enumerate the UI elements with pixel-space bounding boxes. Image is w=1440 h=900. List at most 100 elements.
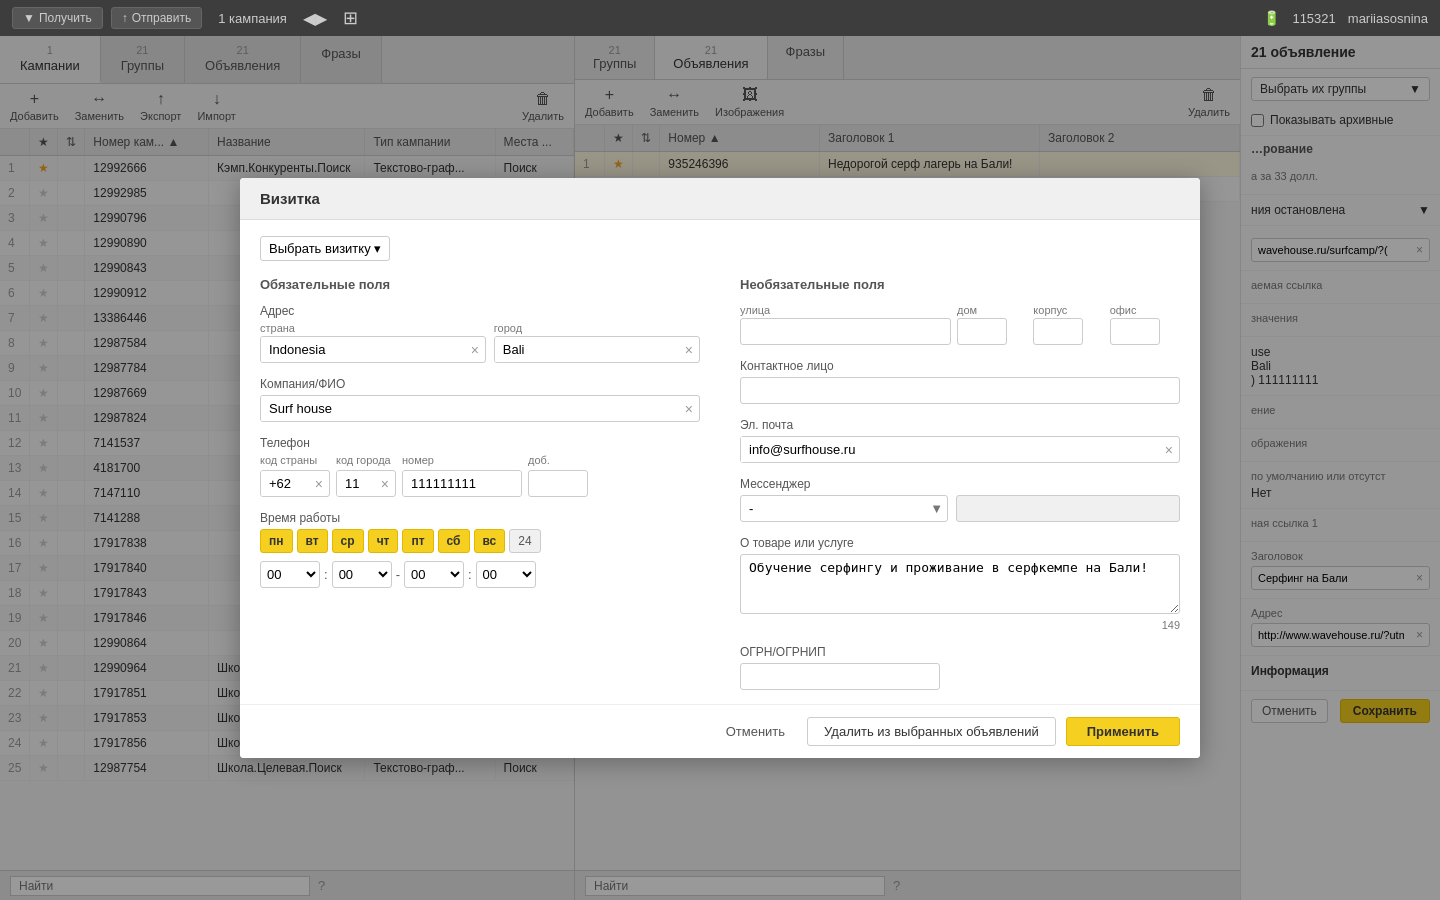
phone-city-input[interactable]	[337, 471, 375, 496]
modal-header: Визитка	[240, 178, 1200, 220]
country-input[interactable]	[261, 337, 465, 362]
ogrn-input[interactable]	[740, 663, 940, 690]
clock-24-btn[interactable]: 24	[509, 529, 540, 553]
city-input-wrapper: ×	[494, 336, 700, 363]
country-label: страна	[260, 322, 486, 334]
time-to-h-select[interactable]: 00	[404, 561, 464, 588]
chevron-down-icon3: ▼	[926, 501, 947, 516]
required-title: Обязательные поля	[260, 277, 700, 292]
city-label: город	[494, 322, 700, 334]
phone-num-sub-label: номер	[402, 454, 522, 466]
about-form-group: О товаре или услуге Обучение серфингу и …	[740, 536, 1180, 631]
dom-group: дом	[957, 304, 1027, 345]
about-textarea[interactable]: Обучение серфингу и проживание в серфкем…	[740, 554, 1180, 614]
address-form-group: Адрес страна × горо	[260, 304, 700, 363]
time-sep1: :	[324, 567, 328, 582]
day-wed[interactable]: ср	[332, 529, 364, 553]
dom-input[interactable]	[957, 318, 1007, 345]
modal-apply-btn[interactable]: Применить	[1066, 717, 1180, 746]
phone-country-input[interactable]	[261, 471, 309, 496]
phone-sub-labels: код страны код города номер доб.	[260, 454, 700, 468]
time-from-m-select[interactable]: 00	[332, 561, 392, 588]
street-form-group: улица дом корпус	[740, 304, 1180, 345]
time-sep2: -	[396, 567, 400, 582]
day-mon[interactable]: пн	[260, 529, 293, 553]
time-sep3: :	[468, 567, 472, 582]
phone-country-wrapper: ×	[260, 470, 330, 497]
phone-city-sub-label: код города	[336, 454, 396, 466]
receive-button[interactable]: ▼ Получить	[12, 7, 103, 29]
day-fri[interactable]: пт	[402, 529, 433, 553]
workhours-label: Время работы	[260, 511, 700, 525]
street-input[interactable]	[740, 318, 951, 345]
country-clear-btn[interactable]: ×	[465, 338, 485, 362]
modal-overlay: Визитка Выбрать визитку ▾ Обязательные п…	[0, 36, 1440, 900]
messenger-select[interactable]: -	[741, 496, 926, 521]
corpus-group: корпус	[1033, 304, 1103, 345]
day-thu[interactable]: чт	[368, 529, 399, 553]
contact-label: Контактное лицо	[740, 359, 1180, 373]
username: mariiasosnina	[1348, 11, 1428, 26]
modal-body: Выбрать визитку ▾ Обязательные поля Адре…	[240, 220, 1200, 704]
top-bar: ▼ Получить ↑ Отправить 1 кампания ◀▶ ⊞ 🔋…	[0, 0, 1440, 36]
battery-num: 115321	[1292, 11, 1335, 26]
campaign-label: 1 кампания	[218, 11, 287, 26]
phone-ext-input[interactable]	[528, 470, 588, 497]
phone-city-wrapper: ×	[336, 470, 396, 497]
time-from-h-select[interactable]: 00	[260, 561, 320, 588]
vizitka-select-row: Выбрать визитку ▾	[260, 236, 1180, 261]
email-label: Эл. почта	[740, 418, 1180, 432]
street-row: улица дом корпус	[740, 304, 1180, 345]
main-area: 1 Кампании 21 Группы 21 Объявления Фразы…	[0, 36, 1440, 900]
city-clear-btn[interactable]: ×	[679, 338, 699, 362]
phone-city-clear-btn[interactable]: ×	[375, 472, 395, 496]
top-bar-right: 🔋 115321 mariiasosnina	[1263, 10, 1428, 26]
modal-cancel-btn[interactable]: Отменить	[714, 718, 797, 745]
messenger-input[interactable]	[956, 495, 1180, 522]
about-label: О товаре или услуге	[740, 536, 1180, 550]
country-input-wrapper: ×	[260, 336, 486, 363]
modal-delete-btn[interactable]: Удалить из выбранных объявлений	[807, 717, 1056, 746]
office-group: офис	[1110, 304, 1180, 345]
address-row: страна × город	[260, 322, 700, 363]
email-input[interactable]	[741, 437, 1159, 462]
day-sun[interactable]: вс	[474, 529, 506, 553]
office-input[interactable]	[1110, 318, 1160, 345]
form-columns: Обязательные поля Адрес страна ×	[260, 277, 1180, 704]
contact-form-group: Контактное лицо	[740, 359, 1180, 404]
email-clear-btn[interactable]: ×	[1159, 438, 1179, 462]
modal-title: Визитка	[260, 190, 320, 207]
city-input[interactable]	[495, 337, 679, 362]
optional-title: Необязательные поля	[740, 277, 1180, 292]
phone-form-group: Телефон код страны код города номер доб.	[260, 436, 700, 497]
phone-number-input[interactable]	[403, 471, 522, 496]
receive-arrow-icon: ▼	[23, 11, 35, 25]
dom-label: дом	[957, 304, 1027, 316]
corpus-input[interactable]	[1033, 318, 1083, 345]
office-label: офис	[1110, 304, 1180, 316]
contact-input[interactable]	[740, 377, 1180, 404]
time-row: 00 : 00 - 00 :	[260, 561, 700, 588]
phone-ext-sub-label: доб.	[528, 454, 588, 466]
phone-row: × × ×	[260, 470, 700, 497]
day-sat[interactable]: сб	[438, 529, 470, 553]
phone-country-clear-btn[interactable]: ×	[309, 472, 329, 496]
modal-footer: Отменить Удалить из выбранных объявлений…	[240, 704, 1200, 758]
company-input[interactable]	[261, 396, 679, 421]
email-input-wrapper: ×	[740, 436, 1180, 463]
time-to-m-select[interactable]: 00	[476, 561, 536, 588]
send-button[interactable]: ↑ Отправить	[111, 7, 203, 29]
collapse-icon: ◀▶	[303, 9, 327, 28]
about-char-count: 149	[740, 619, 1180, 631]
company-clear-btn[interactable]: ×	[679, 397, 699, 421]
vizitka-select-btn[interactable]: Выбрать визитку ▾	[260, 236, 390, 261]
messenger-form-group: Мессенджер - ▼	[740, 477, 1180, 522]
required-col: Обязательные поля Адрес страна ×	[260, 277, 700, 704]
day-tue[interactable]: вт	[297, 529, 328, 553]
ogrn-label: ОГРН/ОГРНИП	[740, 645, 1180, 659]
corpus-label: корпус	[1033, 304, 1103, 316]
company-label: Компания/ФИО	[260, 377, 700, 391]
phone-country-sub-label: код страны	[260, 454, 330, 466]
phone-number-wrapper: ×	[402, 470, 522, 497]
city-group: город ×	[494, 322, 700, 363]
